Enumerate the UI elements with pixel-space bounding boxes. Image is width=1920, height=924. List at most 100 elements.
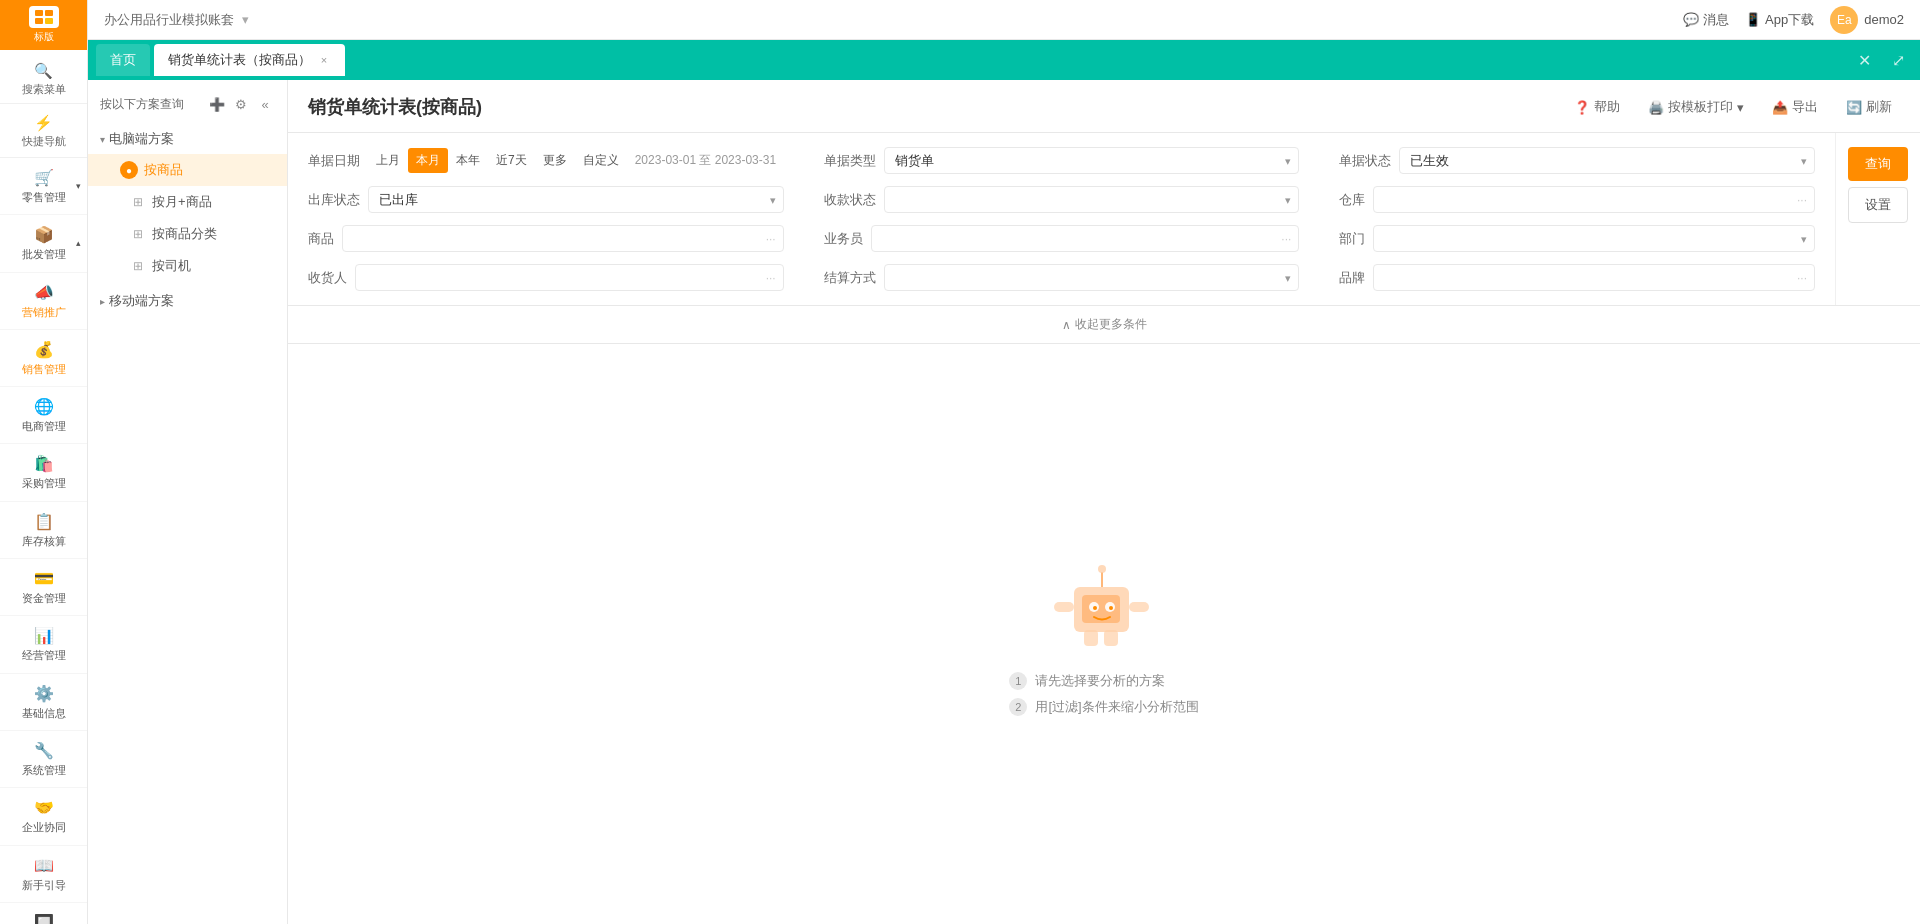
settlement-select[interactable] bbox=[884, 264, 1300, 291]
sidebar-item-purchase[interactable]: 🛍️ 采购管理 bbox=[0, 444, 87, 501]
app-subtitle: 标版 bbox=[34, 30, 54, 44]
sidebar: 标版 🔍 搜索菜单 ⚡ 快捷导航 🛒 零售管理 ▾ 📦 批发管理 ▴ 📣 营销推… bbox=[0, 0, 88, 924]
tab-maximize-btn[interactable]: ⤢ bbox=[1884, 46, 1912, 74]
scheme-item-month-goods[interactable]: ⊞ 按月+商品 bbox=[88, 186, 287, 218]
app-download-btn[interactable]: 📱 App下载 bbox=[1745, 11, 1814, 29]
warehouse-status-select[interactable]: 已出库 bbox=[368, 186, 784, 213]
settings-scheme-btn[interactable]: ⚙ bbox=[231, 94, 251, 114]
help-btn[interactable]: ❓ 帮助 bbox=[1566, 94, 1628, 120]
salesman-input[interactable] bbox=[871, 225, 1300, 252]
collapse-panel-btn[interactable]: « bbox=[255, 94, 275, 114]
step-num-2: 2 bbox=[1009, 698, 1027, 716]
sidebar-item-ecommerce[interactable]: 🌐 电商管理 bbox=[0, 387, 87, 444]
print-dropdown-icon[interactable]: ▾ bbox=[1737, 100, 1744, 115]
doc-status-select[interactable]: 已生效 bbox=[1399, 147, 1815, 174]
tab-close-btn[interactable]: × bbox=[317, 53, 331, 67]
avatar: Ea bbox=[1830, 6, 1858, 34]
sidebar-item-marketing[interactable]: 📣 营销推广 bbox=[0, 273, 87, 330]
query-btn[interactable]: 查询 bbox=[1848, 147, 1908, 181]
sidebar-item-wholesale[interactable]: 📦 批发管理 ▴ bbox=[0, 215, 87, 272]
ecommerce-icon: 🌐 bbox=[34, 397, 54, 416]
scheme-item-by-goods[interactable]: ● 按商品 bbox=[88, 154, 287, 186]
sidebar-menu: 🛒 零售管理 ▾ 📦 批发管理 ▴ 📣 营销推广 💰 销售管理 🌐 电商管理 🛍… bbox=[0, 158, 87, 924]
message-btn[interactable]: 💬 消息 bbox=[1683, 11, 1729, 29]
filter-goods: 商品 ··· bbox=[308, 225, 784, 252]
scheme-item-by-category[interactable]: ⊞ 按商品分类 bbox=[88, 218, 287, 250]
doc-type-select[interactable]: 销货单 bbox=[884, 147, 1300, 174]
filter-doc-status: 单据状态 已生效 bbox=[1339, 147, 1815, 174]
tab-home[interactable]: 首页 bbox=[96, 44, 150, 76]
dropdown-icon[interactable]: ▾ bbox=[242, 12, 249, 27]
refresh-icon: 🔄 bbox=[1846, 100, 1862, 115]
svg-rect-14 bbox=[1084, 630, 1098, 646]
more-conditions-bar: ∧ 收起更多条件 bbox=[288, 306, 1920, 344]
filter-date: 单据日期 上月 本月 本年 近7天 更多 自定义 20 bbox=[308, 148, 784, 173]
sidebar-item-guide[interactable]: 📖 新手引导 bbox=[0, 846, 87, 903]
scheme-group-pc: ▾ 电脑端方案 ● 按商品 ⊞ 按月+商品 ⊞ 按商品分类 ⊞ 按司机 bbox=[88, 122, 287, 284]
sidebar-item-operations[interactable]: 📊 经营管理 bbox=[0, 616, 87, 673]
date-btn-this-year[interactable]: 本年 bbox=[448, 148, 488, 173]
user-profile-btn[interactable]: Ea demo2 bbox=[1830, 6, 1904, 34]
settings-btn[interactable]: 设置 bbox=[1848, 187, 1908, 223]
add-scheme-btn[interactable]: ➕ bbox=[207, 94, 227, 114]
inventory-icon: 📋 bbox=[34, 512, 54, 531]
help-icon: ❓ bbox=[1574, 100, 1590, 115]
main-area: 办公用品行业模拟账套 ▾ 💬 消息 📱 App下载 Ea demo2 首页 bbox=[88, 0, 1920, 924]
apps-icon: 🔲 bbox=[34, 913, 54, 924]
page-title-actions: ❓ 帮助 🖨️ 按模板打印 ▾ 📤 导出 🔄 刷新 bbox=[1566, 94, 1900, 120]
recipient-input[interactable] bbox=[355, 264, 784, 291]
date-btn-7days[interactable]: 近7天 bbox=[488, 148, 535, 173]
operations-icon: 📊 bbox=[34, 626, 54, 645]
date-btn-custom[interactable]: 自定义 bbox=[575, 148, 627, 173]
goods-input[interactable] bbox=[342, 225, 784, 252]
sidebar-item-basic[interactable]: ⚙️ 基础信息 bbox=[0, 674, 87, 731]
dept-select[interactable] bbox=[1373, 225, 1815, 252]
sidebar-item-finance[interactable]: 💳 资金管理 bbox=[0, 559, 87, 616]
sales-icon: 💰 bbox=[34, 340, 54, 359]
warehouse-input[interactable] bbox=[1373, 186, 1815, 213]
filter-panel: 单据日期 上月 本月 本年 近7天 更多 自定义 20 bbox=[288, 133, 1920, 306]
date-btn-this-month[interactable]: 本月 bbox=[408, 148, 448, 173]
scheme-item-by-driver[interactable]: ⊞ 按司机 bbox=[88, 250, 287, 282]
scheme-group-mobile: ▸ 移动端方案 bbox=[88, 284, 287, 318]
sidebar-item-apps[interactable]: 🔲 应用中心 bbox=[0, 903, 87, 924]
industry-label: 办公用品行业模拟账套 bbox=[104, 11, 234, 29]
sidebar-item-sales[interactable]: 💰 销售管理 bbox=[0, 330, 87, 387]
scheme-type-icon: ● bbox=[120, 161, 138, 179]
content-area: 按以下方案查询 ➕ ⚙ « ▾ 电脑端方案 ● 按商品 ⊞ bbox=[88, 80, 1920, 924]
breadcrumb: 办公用品行业模拟账套 ▾ bbox=[104, 11, 249, 29]
header-actions: 💬 消息 📱 App下载 Ea demo2 bbox=[1683, 6, 1904, 34]
collapse-icon: ∧ bbox=[1062, 318, 1071, 332]
refresh-btn[interactable]: 🔄 刷新 bbox=[1838, 94, 1900, 120]
brand-input[interactable] bbox=[1373, 264, 1815, 291]
app-logo: 标版 bbox=[0, 0, 88, 50]
sidebar-item-retail[interactable]: 🛒 零售管理 ▾ bbox=[0, 158, 87, 215]
filter-brand: 品牌 ··· bbox=[1339, 264, 1815, 291]
date-btn-last-month[interactable]: 上月 bbox=[368, 148, 408, 173]
scheme-group-pc-header[interactable]: ▾ 电脑端方案 bbox=[88, 124, 287, 154]
tab-sales-stats[interactable]: 销货单统计表（按商品） × bbox=[154, 44, 345, 76]
more-conditions-btn[interactable]: ∧ 收起更多条件 bbox=[1050, 312, 1159, 337]
date-btn-more[interactable]: 更多 bbox=[535, 148, 575, 173]
guide-icon: 📖 bbox=[34, 856, 54, 875]
search-menu-btn[interactable]: 🔍 搜索菜单 bbox=[0, 50, 87, 104]
sidebar-item-enterprise[interactable]: 🤝 企业协同 bbox=[0, 788, 87, 845]
tab-close-all-btn[interactable]: ✕ bbox=[1850, 46, 1878, 74]
svg-rect-2 bbox=[35, 18, 43, 24]
svg-rect-1 bbox=[45, 10, 53, 16]
sidebar-item-inventory[interactable]: 📋 库存核算 bbox=[0, 502, 87, 559]
left-panel-header: 按以下方案查询 ➕ ⚙ « bbox=[88, 90, 287, 122]
enterprise-icon: 🤝 bbox=[34, 798, 54, 817]
sidebar-item-system[interactable]: 🔧 系统管理 bbox=[0, 731, 87, 788]
payment-status-select[interactable] bbox=[884, 186, 1300, 213]
svg-point-11 bbox=[1098, 565, 1106, 573]
marketing-icon: 📣 bbox=[34, 283, 54, 302]
scheme-group-mobile-header[interactable]: ▸ 移动端方案 bbox=[88, 286, 287, 316]
wholesale-icon: 📦 bbox=[34, 225, 54, 244]
print-btn[interactable]: 🖨️ 按模板打印 ▾ bbox=[1640, 94, 1752, 120]
step-num-1: 1 bbox=[1009, 672, 1027, 690]
export-btn[interactable]: 📤 导出 bbox=[1764, 94, 1826, 120]
page-title: 销货单统计表(按商品) bbox=[308, 95, 482, 119]
quick-nav-btn[interactable]: ⚡ 快捷导航 bbox=[0, 104, 87, 158]
svg-point-8 bbox=[1093, 606, 1097, 610]
